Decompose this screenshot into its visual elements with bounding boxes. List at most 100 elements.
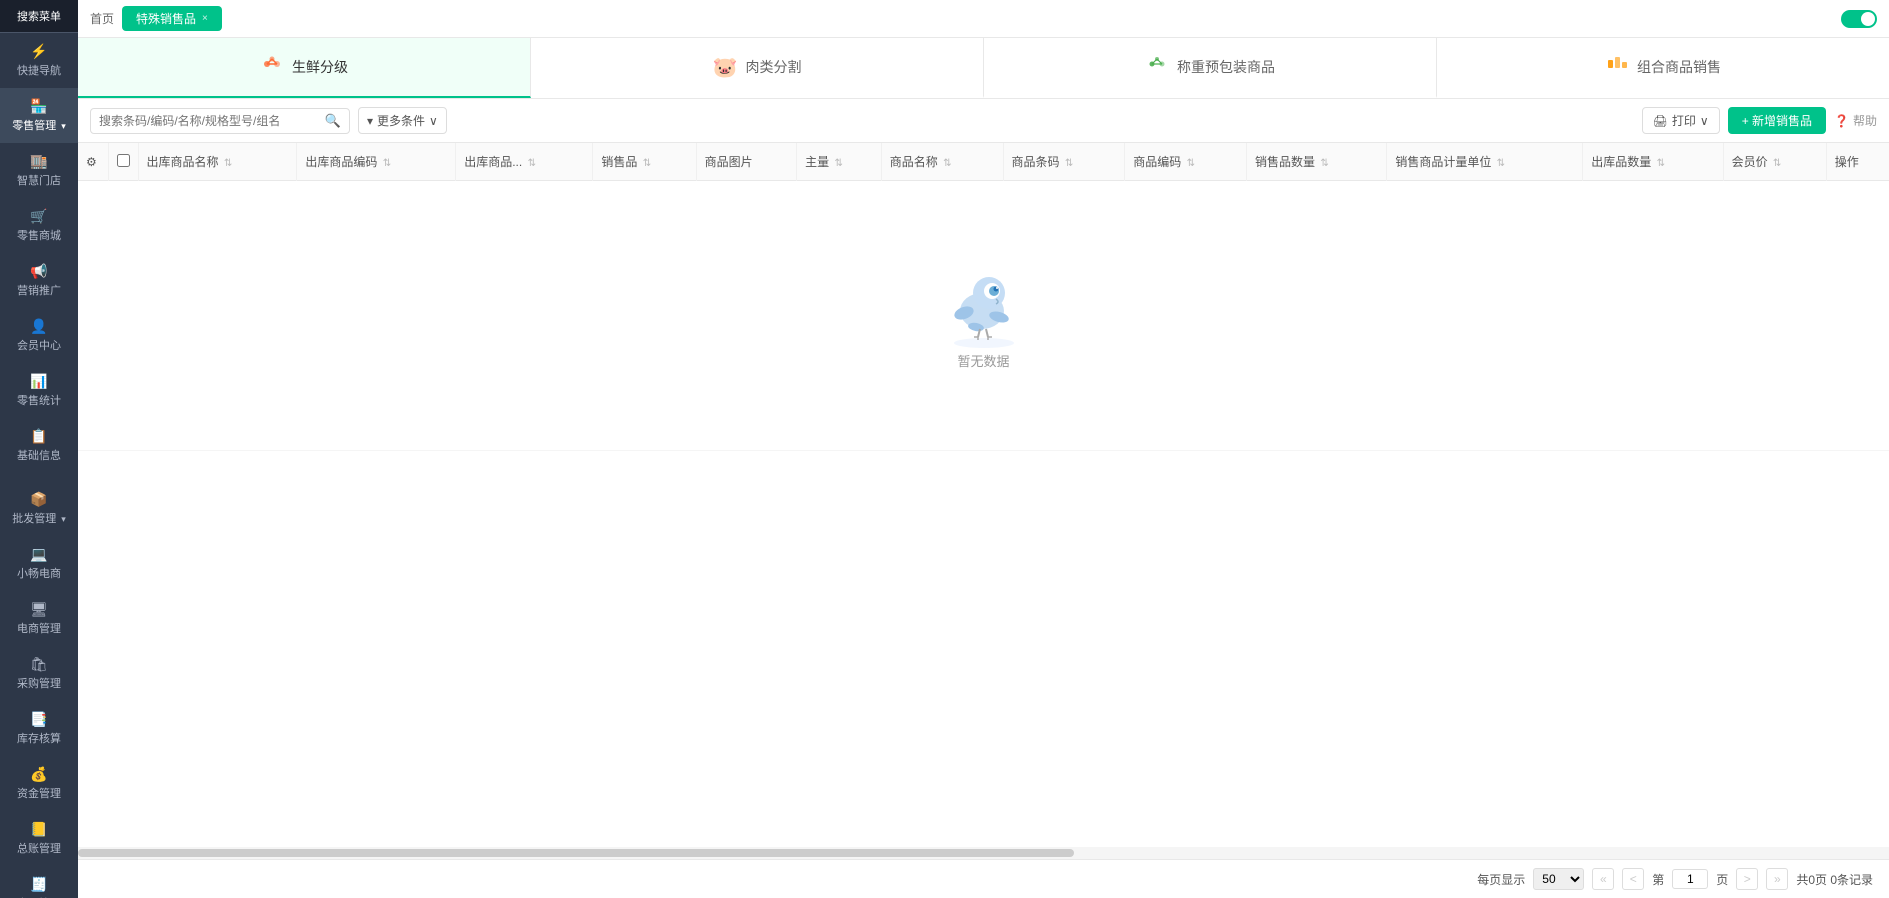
prev-page-button[interactable]: < — [1622, 868, 1644, 890]
purchase-mgmt-icon: 🛍 — [4, 656, 74, 673]
add-sale-product-button[interactable]: + 新增销售品 — [1728, 107, 1826, 134]
select-all-checkbox[interactable] — [117, 154, 130, 167]
active-tab[interactable]: 特殊销售品 × — [122, 6, 222, 31]
out-product-x-header[interactable]: 出库商品... ⇅ — [456, 143, 593, 181]
fresh-grade-icon — [260, 52, 284, 82]
sort-icon-member-price: ⇅ — [1773, 158, 1781, 169]
weight-header[interactable]: 主量 ⇅ — [797, 143, 882, 181]
sidebar-item-inventory[interactable]: 📑 库存核算 — [0, 701, 78, 756]
filter-button[interactable]: ▾ 更多条件 ∨ — [358, 107, 447, 134]
first-page-icon: « — [1600, 872, 1607, 886]
page-number-input[interactable] — [1672, 869, 1708, 889]
sidebar-item-invoice[interactable]: 🧾 发票管理 — [0, 866, 78, 898]
next-page-icon: > — [1744, 872, 1751, 886]
page-suffix-label: 页 — [1716, 871, 1728, 888]
sidebar-item-ecom-mgmt[interactable]: 🖥 电商管理 — [0, 591, 78, 646]
total-label: 共0页 0条记录 — [1796, 871, 1873, 888]
combo-sale-icon — [1605, 52, 1629, 82]
close-tab-icon[interactable]: × — [202, 13, 208, 24]
help-label: 帮助 — [1853, 112, 1877, 129]
sidebar-item-label: 资金管理 — [17, 788, 61, 800]
sidebar-item-retail-mall[interactable]: 🛒 零售商城 — [0, 198, 78, 253]
sidebar-item-label: 小畅电商 — [17, 568, 61, 580]
toolbar: 🔍 ▾ 更多条件 ∨ 🖨 打印 ∨ + 新增销售品 ❓ 帮助 — [78, 99, 1889, 143]
first-page-button[interactable]: « — [1592, 868, 1614, 890]
product-name-header[interactable]: 商品名称 ⇅ — [881, 143, 1003, 181]
out-product-code-header[interactable]: 出库商品编码 ⇅ — [297, 143, 456, 181]
product-barcode-header[interactable]: 商品条码 ⇅ — [1003, 143, 1125, 181]
sidebar-item-members[interactable]: 👤 会员中心 — [0, 308, 78, 363]
help-button[interactable]: ❓ 帮助 — [1834, 112, 1877, 129]
sidebar-item-quick-nav[interactable]: ⚡ 快捷导航 — [0, 33, 78, 88]
member-price-header[interactable]: 会员价 ⇅ — [1723, 143, 1826, 181]
product-image-header[interactable]: 商品图片 — [696, 143, 797, 181]
sidebar-item-smart-store[interactable]: 🏬 智慧门店 — [0, 143, 78, 198]
out-product-name-header[interactable]: 出库商品名称 ⇅ — [138, 143, 297, 181]
member-price-label: 会员价 — [1732, 155, 1768, 169]
sidebar-item-label: 会员中心 — [17, 340, 61, 352]
sidebar-logo[interactable]: 搜索菜单 — [0, 0, 78, 33]
print-chevron-icon: ∨ — [1700, 114, 1709, 128]
cat-tab-weigh-pack[interactable]: 称重预包装商品 — [984, 38, 1437, 98]
sale-unit-header[interactable]: 销售商品计量单位 ⇅ — [1387, 143, 1583, 181]
sidebar: 搜索菜单 ⚡ 快捷导航 🏪 零售管理 🏬 智慧门店 🛒 零售商城 📢 营销推广 … — [0, 0, 78, 898]
sort-icon-out-product-x: ⇅ — [528, 158, 536, 169]
scroll-thumb[interactable] — [78, 849, 1074, 857]
home-breadcrumb[interactable]: 首页 — [90, 10, 114, 27]
smart-store-icon: 🏬 — [4, 153, 74, 170]
checkbox-column-header[interactable] — [108, 143, 138, 181]
invoice-icon: 🧾 — [4, 876, 74, 893]
sale-qty-header[interactable]: 销售品数量 ⇅ — [1247, 143, 1387, 181]
sort-icon-sale-unit: ⇅ — [1497, 158, 1505, 169]
per-page-select[interactable]: 50 10 20 100 — [1533, 868, 1584, 890]
next-page-button[interactable]: > — [1736, 868, 1758, 890]
sidebar-item-marketing[interactable]: 📢 营销推广 — [0, 253, 78, 308]
finance-icon: 💰 — [4, 766, 74, 783]
settings-icon[interactable]: ⚙ — [86, 155, 97, 169]
cat-tab-meat-cut-label: 肉类分割 — [745, 57, 801, 77]
sidebar-item-label: 零售商城 — [17, 230, 61, 242]
sort-icon-product-barcode: ⇅ — [1065, 158, 1073, 169]
sale-product-header[interactable]: 销售品 ⇅ — [593, 143, 696, 181]
sort-icon-sale-product: ⇅ — [643, 158, 651, 169]
sidebar-item-retail-stats[interactable]: 📊 零售统计 — [0, 363, 78, 418]
weight-label: 主量 — [805, 155, 829, 169]
out-qty-header[interactable]: 出库品数量 ⇅ — [1583, 143, 1723, 181]
filter-chevron-icon: ∨ — [429, 114, 438, 128]
sidebar-item-basic-info[interactable]: 📋 基础信息 — [0, 418, 78, 473]
settings-column-header[interactable]: ⚙ — [78, 143, 108, 181]
sidebar-item-wholesale-mgmt[interactable]: 📦 批发管理 — [0, 481, 78, 536]
pagination: 每页显示 50 10 20 100 « < 第 页 > » 共0页 0条记录 — [78, 859, 1889, 898]
sidebar-item-purchase-mgmt[interactable]: 🛍 采购管理 — [0, 646, 78, 701]
cat-tab-fresh-grade[interactable]: 生鲜分级 — [78, 38, 531, 98]
search-input[interactable] — [99, 114, 325, 128]
horizontal-scrollbar[interactable] — [78, 847, 1889, 859]
operations-header: 操作 — [1826, 143, 1889, 181]
cat-tab-combo-sale[interactable]: 组合商品销售 — [1437, 38, 1889, 98]
out-qty-label: 出库品数量 — [1591, 155, 1651, 169]
product-code-header[interactable]: 商品编码 ⇅ — [1125, 143, 1247, 181]
sort-icon-product-code: ⇅ — [1187, 158, 1195, 169]
sidebar-item-label: 批发管理 — [12, 513, 56, 525]
sidebar-item-label: 零售管理 — [12, 120, 56, 132]
ecom-mgmt-icon: 🖥 — [4, 601, 74, 618]
sidebar-item-label: 快捷导航 — [17, 65, 61, 77]
operations-label: 操作 — [1835, 155, 1859, 169]
search-icon[interactable]: 🔍 — [325, 113, 341, 129]
sidebar-item-finance[interactable]: 💰 资金管理 — [0, 756, 78, 811]
active-tab-label: 特殊销售品 — [136, 10, 196, 27]
sidebar-item-label: 基础信息 — [17, 450, 61, 462]
last-page-button[interactable]: » — [1766, 868, 1788, 890]
product-name-label: 商品名称 — [890, 155, 938, 169]
print-button[interactable]: 🖨 打印 ∨ — [1642, 107, 1720, 134]
sidebar-item-retail-mgmt[interactable]: 🏪 零售管理 — [0, 88, 78, 143]
table-header: ⚙ 出库商品名称 ⇅ 出库商品编码 ⇅ 出库商品... — [78, 143, 1889, 181]
sidebar-item-mini-ecom[interactable]: 💻 小畅电商 — [0, 536, 78, 591]
wholesale-mgmt-icon: 📦 — [4, 491, 74, 508]
product-image-label: 商品图片 — [705, 155, 753, 169]
cat-tab-meat-cut[interactable]: 🐷 肉类分割 — [531, 38, 984, 98]
sidebar-item-label: 零售统计 — [17, 395, 61, 407]
sidebar-item-general-ledger[interactable]: 📒 总账管理 — [0, 811, 78, 866]
theme-toggle[interactable] — [1841, 10, 1877, 28]
marketing-icon: 📢 — [4, 263, 74, 280]
